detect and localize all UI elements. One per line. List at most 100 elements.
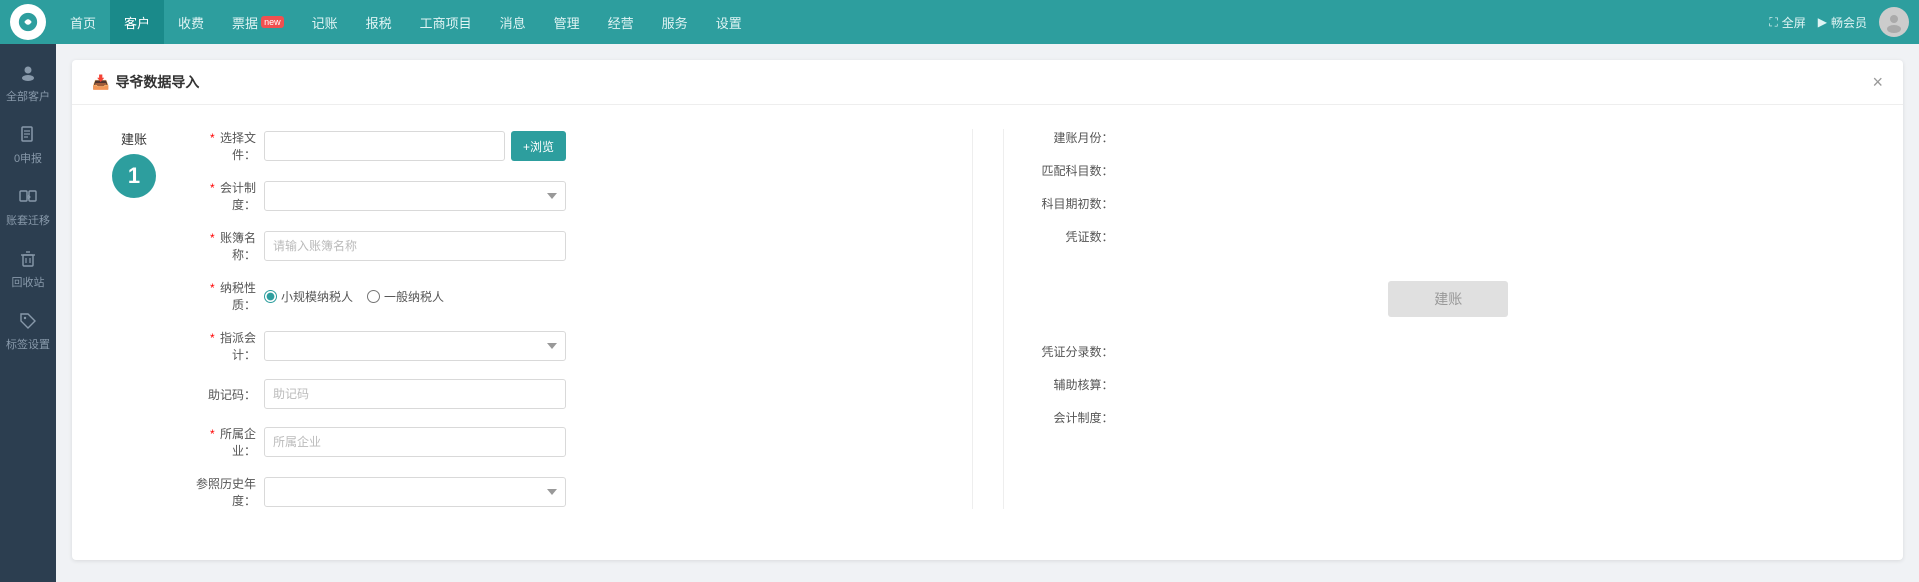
form-fields: * 选择文件： +浏览 * 会计制度： — [186, 129, 566, 509]
nav-message[interactable]: 消息 — [486, 0, 540, 44]
company-label: * 所属企业： — [186, 425, 256, 459]
history-year-row: 参照历史年度： — [186, 475, 566, 509]
bookname-input[interactable] — [264, 231, 566, 261]
app-logo[interactable] — [10, 4, 46, 40]
browse-button[interactable]: +浏览 — [511, 131, 566, 161]
required-star-6: * — [210, 427, 215, 441]
build-btn-area: 建账 — [1034, 271, 1864, 317]
panel-divider — [972, 129, 973, 509]
info-label-accounting-system: 会计制度： — [1034, 409, 1114, 426]
required-star-3: * — [210, 231, 215, 245]
nav-customer[interactable]: 客户 — [110, 0, 164, 44]
memo-code-row: 助记码： — [186, 379, 566, 409]
sidebar-item-recycle[interactable]: 回收站 — [0, 238, 56, 300]
assign-accountant-select[interactable] — [264, 331, 566, 361]
info-row-voucher-entries: 凭证分录数： — [1034, 343, 1864, 360]
file-label: * 选择文件： — [186, 129, 256, 163]
new-badge: new — [261, 16, 284, 29]
sidebar-item-all-customers[interactable]: 全部客户 — [0, 52, 56, 114]
avatar[interactable] — [1879, 7, 1909, 37]
assign-accountant-label: * 指派会计： — [186, 329, 256, 363]
nav-business[interactable]: 工商项目 — [406, 0, 486, 44]
sidebar-label-declare: 0申报 — [14, 150, 42, 166]
step-circle: 1 — [112, 154, 156, 198]
nav-tax[interactable]: 报税 — [352, 0, 406, 44]
nav-bookkeeping[interactable]: 记账 — [298, 0, 352, 44]
required-star-2: * — [210, 181, 215, 195]
member-label: 畅会员 — [1831, 14, 1867, 31]
radio-general[interactable]: 一般纳税人 — [367, 288, 444, 305]
tax-type-radio-group: 小规模纳税人 一般纳税人 — [264, 288, 566, 305]
sidebar-label-recycle: 回收站 — [12, 274, 45, 290]
close-button[interactable]: × — [1872, 73, 1883, 91]
radio-small-scale[interactable]: 小规模纳税人 — [264, 288, 353, 305]
history-year-select[interactable] — [264, 477, 566, 507]
info-label-aux: 辅助核算： — [1034, 376, 1114, 393]
memo-code-label: 助记码： — [186, 386, 256, 403]
info-label-voucher-entries: 凭证分录数： — [1034, 343, 1114, 360]
nav-operation[interactable]: 经营 — [594, 0, 648, 44]
accounting-system-label: * 会计制度： — [186, 179, 256, 213]
info-label-voucher: 凭证数： — [1034, 228, 1114, 245]
info-row-initial: 科目期初数： — [1034, 195, 1864, 212]
nav-settings[interactable]: 设置 — [702, 0, 756, 44]
file-input[interactable] — [264, 131, 505, 161]
trash-icon — [17, 248, 39, 270]
tag-icon — [17, 310, 39, 332]
sidebar-label-tags: 标签设置 — [6, 336, 50, 352]
member-icon: ▶ — [1818, 15, 1827, 29]
company-row: * 所属企业： — [186, 425, 566, 459]
nav-manage[interactable]: 管理 — [540, 0, 594, 44]
required-star: * — [210, 131, 215, 145]
company-input[interactable] — [264, 427, 566, 457]
required-star-4: * — [210, 281, 215, 295]
info-row-match: 匹配科目数： — [1034, 162, 1864, 179]
file-input-area: +浏览 — [264, 131, 566, 161]
sidebar-item-tags[interactable]: 标签设置 — [0, 300, 56, 362]
nav-charge[interactable]: 收费 — [164, 0, 218, 44]
sidebar: 全部客户 0申报 账套迁移 — [0, 44, 56, 582]
dialog-title: 📥 导爷数据导入 — [92, 72, 199, 92]
info-row-accounting-system: 会计制度： — [1034, 409, 1864, 426]
nav-menu: 首页 客户 收费 票据 new 记账 报税 工商项目 消息 管理 经营 服务 设… — [56, 0, 1769, 44]
sidebar-item-migrate[interactable]: 账套迁移 — [0, 176, 56, 238]
member-button[interactable]: ▶ 畅会员 — [1818, 14, 1867, 31]
radio-general-input[interactable] — [367, 290, 380, 303]
step-label: 建账 — [121, 129, 147, 148]
nav-service[interactable]: 服务 — [648, 0, 702, 44]
dialog-header: 📥 导爷数据导入 × — [72, 60, 1903, 105]
history-year-label: 参照历史年度： — [186, 475, 256, 509]
form-panel: 建账 1 * 选择文件： +浏览 — [112, 129, 942, 509]
nav-right-area: ⛶ 全屏 ▶ 畅会员 — [1769, 7, 1909, 37]
build-account-button: 建账 — [1388, 281, 1508, 317]
tax-type-row: * 纳税性质： 小规模纳税人 一般纳税人 — [186, 279, 566, 313]
file-icon — [17, 124, 39, 146]
nav-invoice[interactable]: 票据 new — [218, 0, 298, 44]
dialog-title-text: 导爷数据导入 — [115, 72, 199, 92]
sidebar-label-migrate: 账套迁移 — [6, 212, 50, 228]
memo-code-input[interactable] — [264, 379, 566, 409]
info-row-month: 建账月份： — [1034, 129, 1864, 146]
info-panel: 建账月份： 匹配科目数： 科目期初数： 凭证数： — [1003, 129, 1864, 509]
tax-type-label: * 纳税性质： — [186, 279, 256, 313]
info-row-aux: 辅助核算： — [1034, 376, 1864, 393]
accounting-system-select[interactable] — [264, 181, 566, 211]
sidebar-item-declare[interactable]: 0申报 — [0, 114, 56, 176]
info-label-match: 匹配科目数： — [1034, 162, 1114, 179]
accounting-system-row: * 会计制度： — [186, 179, 566, 213]
assign-accountant-row: * 指派会计： — [186, 329, 566, 363]
top-navigation: 首页 客户 收费 票据 new 记账 报税 工商项目 消息 管理 经营 服务 设… — [0, 0, 1919, 44]
bookname-row: * 账簿名称： — [186, 229, 566, 263]
fullscreen-label: 全屏 — [1782, 14, 1806, 31]
move-icon — [17, 186, 39, 208]
dialog-card: 📥 导爷数据导入 × 建账 1 — [72, 60, 1903, 560]
file-row: * 选择文件： +浏览 — [186, 129, 566, 163]
info-label-initial: 科目期初数： — [1034, 195, 1114, 212]
app-body: 全部客户 0申报 账套迁移 — [0, 44, 1919, 582]
fullscreen-button[interactable]: ⛶ 全屏 — [1769, 14, 1805, 31]
radio-small-scale-input[interactable] — [264, 290, 277, 303]
step-area: 建账 1 — [112, 129, 156, 198]
import-icon: 📥 — [92, 74, 109, 91]
sidebar-label-customers: 全部客户 — [6, 88, 50, 104]
nav-home[interactable]: 首页 — [56, 0, 110, 44]
